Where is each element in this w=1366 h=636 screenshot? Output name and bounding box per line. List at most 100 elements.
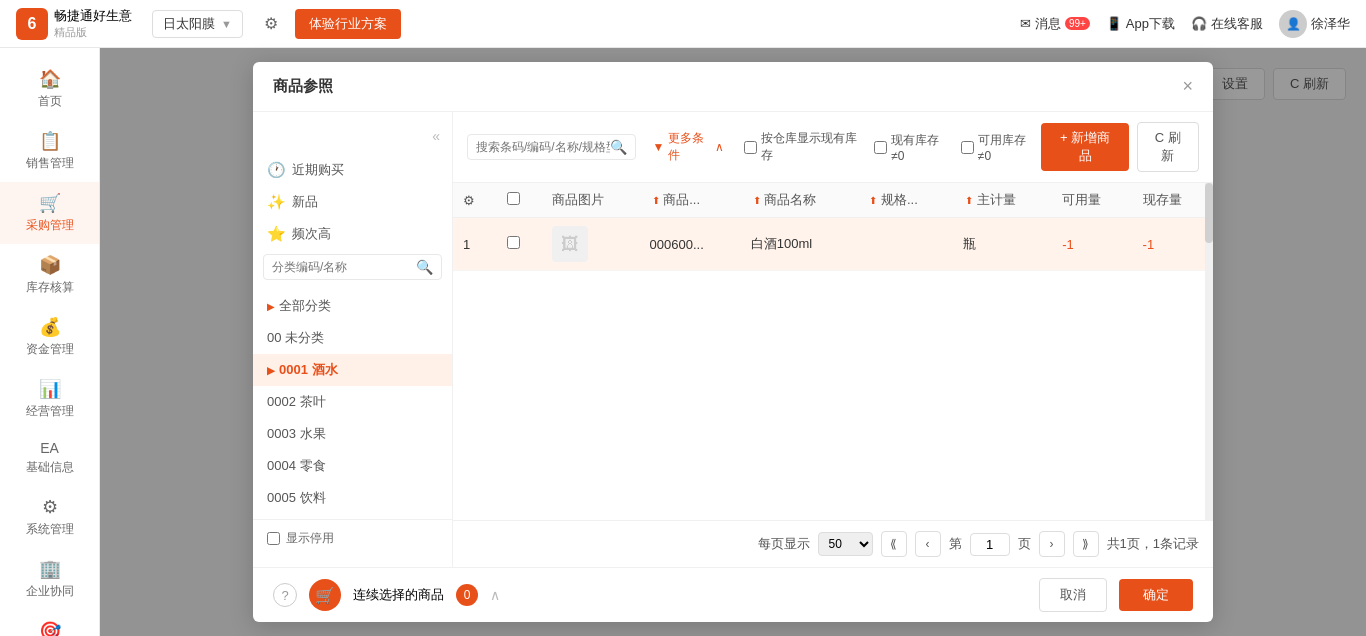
category-0002[interactable]: 0002 茶叶 bbox=[253, 386, 452, 418]
gear-button[interactable]: ⚙ bbox=[255, 8, 287, 40]
guide-icon: 🎯 bbox=[39, 620, 61, 636]
confirm-button[interactable]: 确定 bbox=[1119, 579, 1193, 611]
app-download-item[interactable]: 📱 App下载 bbox=[1106, 15, 1175, 33]
col-code[interactable]: ⬆ 商品... bbox=[640, 183, 741, 218]
sidebar-item-purchase[interactable]: 🛒 采购管理 bbox=[0, 182, 99, 244]
sidebar-label-sales: 销售管理 bbox=[26, 155, 74, 172]
cell-seq: 1 bbox=[453, 218, 497, 271]
new-product-item[interactable]: ✨ 新品 bbox=[253, 186, 452, 218]
left-panel: « 🕐 近期购买 ✨ 新品 ⭐ 频次高 bbox=[253, 112, 453, 567]
trial-button[interactable]: 体验行业方案 bbox=[295, 9, 401, 39]
by-warehouse-checkbox[interactable] bbox=[744, 141, 757, 154]
page-size-label: 每页显示 bbox=[758, 535, 810, 553]
user-profile[interactable]: 👤 徐泽华 bbox=[1279, 10, 1350, 38]
col-unit[interactable]: ⬆ 主计量 bbox=[953, 183, 1052, 218]
sidebar-item-corp[interactable]: 🏢 企业协同 bbox=[0, 548, 99, 610]
category-search[interactable]: 🔍 bbox=[263, 254, 442, 280]
online-service-item[interactable]: 🎧 在线客服 bbox=[1191, 15, 1263, 33]
category-0003[interactable]: 0003 水果 bbox=[253, 418, 452, 450]
refresh-button[interactable]: C 刷新 bbox=[1137, 122, 1199, 172]
filter-checkboxes: 按仓库显示现有库存 现有库存≠0 可用库存≠0 bbox=[744, 130, 1033, 164]
select-all-checkbox[interactable] bbox=[507, 192, 520, 205]
avatar: 👤 bbox=[1279, 10, 1307, 38]
recent-purchase-item[interactable]: 🕐 近期购买 bbox=[253, 154, 452, 186]
help-button[interactable]: ? bbox=[273, 583, 297, 607]
usable-not-zero-checkbox[interactable] bbox=[961, 141, 974, 154]
new-icon: ✨ bbox=[267, 193, 286, 211]
next-page-button[interactable]: › bbox=[1039, 531, 1065, 557]
sidebar-item-ops[interactable]: 📊 经营管理 bbox=[0, 368, 99, 430]
modal-close-button[interactable]: × bbox=[1182, 76, 1193, 97]
gear-col-icon[interactable]: ⚙ bbox=[463, 193, 475, 208]
last-page-button[interactable]: ⟫ bbox=[1073, 531, 1099, 557]
page-size-select[interactable]: 50 10 20 100 bbox=[818, 532, 873, 556]
product-search-input[interactable] bbox=[476, 140, 610, 154]
row-checkbox[interactable] bbox=[507, 236, 520, 249]
add-product-button[interactable]: + 新增商品 bbox=[1041, 123, 1128, 171]
modal-header: 商品参照 × bbox=[253, 62, 1213, 112]
checkbox-available-not-zero[interactable]: 现有库存≠0 bbox=[874, 132, 947, 163]
sidebar-item-basic[interactable]: EA 基础信息 bbox=[0, 430, 99, 486]
modal-body: « 🕐 近期购买 ✨ 新品 ⭐ 频次高 bbox=[253, 112, 1213, 567]
category-0001[interactable]: ▶ 0001 酒水 bbox=[253, 354, 452, 386]
show-disabled-label: 显示停用 bbox=[286, 530, 334, 547]
cell-checkbox[interactable] bbox=[497, 218, 542, 271]
frequent-item[interactable]: ⭐ 频次高 bbox=[253, 218, 452, 250]
ops-icon: 📊 bbox=[39, 378, 61, 400]
show-disabled-area: 显示停用 bbox=[253, 519, 452, 557]
nav-right: ✉ 消息 99+ 📱 App下载 🎧 在线客服 👤 徐泽华 bbox=[1020, 10, 1350, 38]
sort-spec-icon: ⬆ bbox=[869, 195, 877, 206]
sidebar-item-finance[interactable]: 💰 资金管理 bbox=[0, 306, 99, 368]
left-panel-header: « bbox=[253, 122, 452, 154]
cancel-button[interactable]: 取消 bbox=[1039, 578, 1107, 612]
inventory-icon: 📦 bbox=[39, 254, 61, 276]
first-page-button[interactable]: ⟪ bbox=[881, 531, 907, 557]
cell-spec bbox=[857, 218, 953, 271]
category-all[interactable]: ▶ 全部分类 bbox=[253, 290, 452, 322]
sidebar-item-home[interactable]: 🏠 首页 bbox=[0, 58, 99, 120]
prev-page-button[interactable]: ‹ bbox=[915, 531, 941, 557]
sort-icon: ⬆ bbox=[652, 195, 660, 206]
checkbox-usable-not-zero[interactable]: 可用库存≠0 bbox=[961, 132, 1034, 163]
cell-stock: -1 bbox=[1133, 218, 1213, 271]
cell-unit: 瓶 bbox=[953, 218, 1052, 271]
message-icon: ✉ bbox=[1020, 16, 1031, 31]
collapse-arrow-icon[interactable]: ∧ bbox=[490, 587, 500, 603]
collapse-panel-button[interactable]: « bbox=[432, 128, 440, 144]
scrollbar-track bbox=[1205, 183, 1213, 520]
cell-name: 白酒100ml bbox=[741, 218, 858, 271]
cart-icon[interactable]: 🛒 bbox=[309, 579, 341, 611]
sort-name-icon: ⬆ bbox=[753, 195, 761, 206]
sidebar-label-home: 首页 bbox=[38, 93, 62, 110]
sidebar-item-guide[interactable]: 🎯 新手引导 bbox=[0, 610, 99, 636]
purchase-icon: 🛒 bbox=[39, 192, 61, 214]
scrollbar-thumb[interactable] bbox=[1205, 183, 1213, 243]
search-submit-icon[interactable]: 🔍 bbox=[610, 139, 627, 155]
messages-item[interactable]: ✉ 消息 99+ bbox=[1020, 15, 1090, 33]
clock-icon: 🕐 bbox=[267, 161, 286, 179]
available-not-zero-checkbox[interactable] bbox=[874, 141, 887, 154]
sidebar-item-system[interactable]: ⚙ 系统管理 bbox=[0, 486, 99, 548]
page-label2: 页 bbox=[1018, 535, 1031, 553]
sidebar-label-corp: 企业协同 bbox=[26, 583, 74, 600]
filter-icon: ▼ bbox=[652, 140, 664, 154]
sidebar-item-inventory[interactable]: 📦 库存核算 bbox=[0, 244, 99, 306]
col-spec[interactable]: ⬆ 规格... bbox=[857, 183, 953, 218]
category-00[interactable]: 00 未分类 bbox=[253, 322, 452, 354]
sidebar-item-sales[interactable]: 📋 销售管理 bbox=[0, 120, 99, 182]
more-filter-button[interactable]: ▼ 更多条件 ∧ bbox=[644, 126, 732, 168]
cart-count: 0 bbox=[456, 584, 478, 606]
show-disabled-checkbox[interactable] bbox=[267, 532, 280, 545]
page-input[interactable] bbox=[970, 533, 1010, 556]
cell-code: 000600... bbox=[640, 218, 741, 271]
sidebar-label-purchase: 采购管理 bbox=[26, 217, 74, 234]
category-0004[interactable]: 0004 零食 bbox=[253, 450, 452, 482]
company-selector[interactable]: 日太阳膜 ▼ bbox=[152, 10, 243, 38]
col-name[interactable]: ⬆ 商品名称 bbox=[741, 183, 858, 218]
checkbox-by-warehouse[interactable]: 按仓库显示现有库存 bbox=[744, 130, 860, 164]
product-search-box[interactable]: 🔍 bbox=[467, 134, 636, 160]
category-0005[interactable]: 0005 饮料 bbox=[253, 482, 452, 514]
table-row[interactable]: 1 🖼 000600... 白酒100ml bbox=[453, 218, 1213, 271]
system-icon: ⚙ bbox=[42, 496, 58, 518]
category-search-input[interactable] bbox=[272, 260, 416, 274]
